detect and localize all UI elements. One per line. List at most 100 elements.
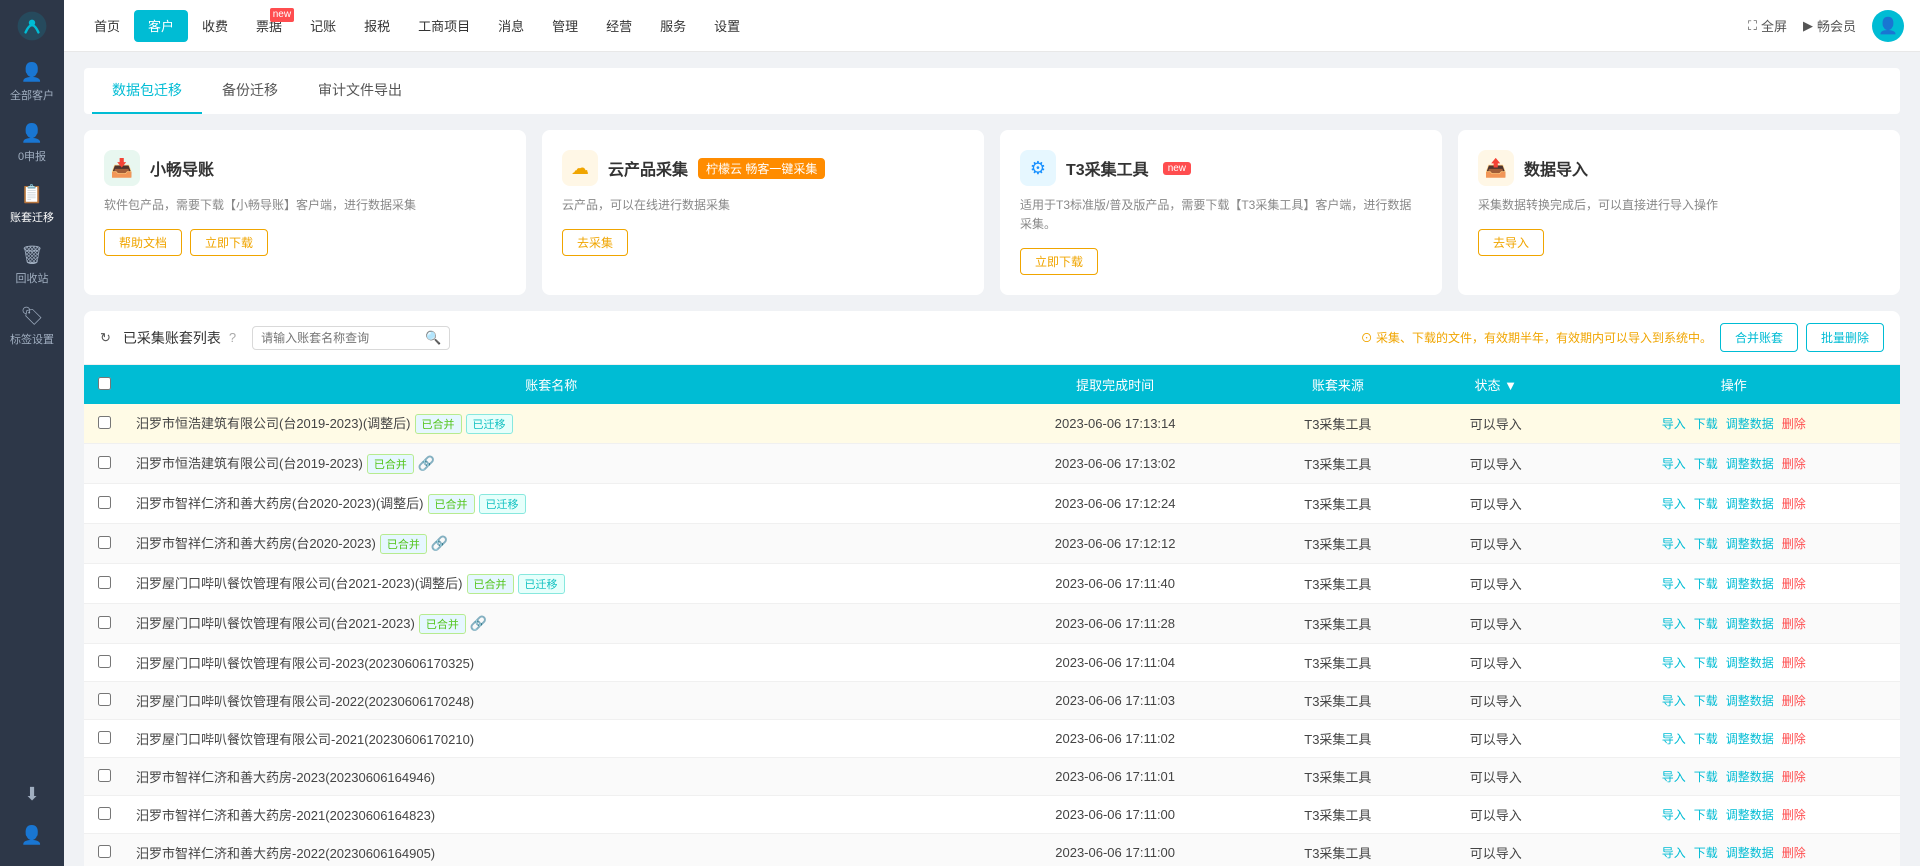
import-action-btn[interactable]: 导入 [1662, 656, 1686, 670]
delete-action-btn[interactable]: 删除 [1782, 770, 1806, 784]
row-checkbox[interactable] [98, 616, 111, 629]
row-link-icon[interactable]: 🔗 [431, 535, 448, 551]
row-checkbox[interactable] [98, 693, 111, 706]
help-icon[interactable]: ? [229, 330, 236, 345]
tab-backup-migration[interactable]: 备份迁移 [202, 68, 298, 114]
row-checkbox[interactable] [98, 769, 111, 782]
nav-client[interactable]: 客户 [134, 10, 188, 42]
download-action-btn[interactable]: 下载 [1694, 417, 1718, 431]
import-action-btn[interactable]: 导入 [1662, 577, 1686, 591]
download-now-btn[interactable]: 立即下载 [190, 229, 268, 256]
delete-action-btn[interactable]: 删除 [1782, 577, 1806, 591]
tab-audit-export[interactable]: 审计文件导出 [298, 68, 422, 114]
adjust-action-btn[interactable]: 调整数据 [1726, 770, 1774, 784]
go-import-btn[interactable]: 去导入 [1478, 229, 1544, 256]
row-link-icon[interactable]: 🔗 [470, 615, 487, 631]
adjust-action-btn[interactable]: 调整数据 [1726, 537, 1774, 551]
row-checkbox[interactable] [98, 536, 111, 549]
delete-action-btn[interactable]: 删除 [1782, 497, 1806, 511]
download-action-btn[interactable]: 下载 [1694, 732, 1718, 746]
adjust-action-btn[interactable]: 调整数据 [1726, 577, 1774, 591]
adjust-action-btn[interactable]: 调整数据 [1726, 497, 1774, 511]
adjust-action-btn[interactable]: 调整数据 [1726, 457, 1774, 471]
sidebar-item-profile[interactable]: 👤 [0, 815, 64, 856]
adjust-action-btn[interactable]: 调整数据 [1726, 732, 1774, 746]
adjust-action-btn[interactable]: 调整数据 [1726, 617, 1774, 631]
adjust-action-btn[interactable]: 调整数据 [1726, 808, 1774, 822]
sidebar-item-download[interactable]: ⬇ [0, 774, 64, 815]
nav-business[interactable]: 工商项目 [404, 0, 484, 52]
nav-tax[interactable]: 报税 [350, 0, 404, 52]
download-t3-btn[interactable]: 立即下载 [1020, 248, 1098, 275]
import-action-btn[interactable]: 导入 [1662, 537, 1686, 551]
sidebar-item-zero-report[interactable]: 👤 0申报 [0, 113, 64, 174]
avatar[interactable]: 👤 [1872, 10, 1904, 42]
download-action-btn[interactable]: 下载 [1694, 497, 1718, 511]
delete-action-btn[interactable]: 删除 [1782, 808, 1806, 822]
import-action-btn[interactable]: 导入 [1662, 497, 1686, 511]
fullscreen-btn[interactable]: ⛶ 全屏 [1748, 16, 1787, 35]
refresh-icon[interactable]: ↻ [100, 330, 111, 346]
nav-manage[interactable]: 管理 [538, 0, 592, 52]
row-checkbox[interactable] [98, 416, 111, 429]
nav-operation[interactable]: 经营 [592, 0, 646, 52]
nav-settings[interactable]: 设置 [700, 0, 754, 52]
import-action-btn[interactable]: 导入 [1662, 732, 1686, 746]
row-checkbox[interactable] [98, 655, 111, 668]
nav-home[interactable]: 首页 [80, 0, 134, 52]
download-action-btn[interactable]: 下载 [1694, 694, 1718, 708]
delete-action-btn[interactable]: 删除 [1782, 617, 1806, 631]
app-logo[interactable] [0, 0, 64, 52]
search-input[interactable] [261, 331, 421, 345]
import-action-btn[interactable]: 导入 [1662, 846, 1686, 860]
help-doc-btn[interactable]: 帮助文档 [104, 229, 182, 256]
delete-action-btn[interactable]: 删除 [1782, 846, 1806, 860]
download-action-btn[interactable]: 下载 [1694, 577, 1718, 591]
import-action-btn[interactable]: 导入 [1662, 694, 1686, 708]
nav-message[interactable]: 消息 [484, 0, 538, 52]
row-checkbox[interactable] [98, 576, 111, 589]
nav-billing[interactable]: 收费 [188, 0, 242, 52]
download-action-btn[interactable]: 下载 [1694, 537, 1718, 551]
nav-service[interactable]: 服务 [646, 0, 700, 52]
sidebar-item-account-migration[interactable]: 📋 账套迁移 [0, 174, 64, 235]
import-action-btn[interactable]: 导入 [1662, 808, 1686, 822]
vip-btn[interactable]: ▶ 畅会员 [1803, 16, 1856, 35]
import-action-btn[interactable]: 导入 [1662, 770, 1686, 784]
delete-action-btn[interactable]: 删除 [1782, 732, 1806, 746]
import-action-btn[interactable]: 导入 [1662, 617, 1686, 631]
download-action-btn[interactable]: 下载 [1694, 808, 1718, 822]
delete-action-btn[interactable]: 删除 [1782, 694, 1806, 708]
import-action-btn[interactable]: 导入 [1662, 417, 1686, 431]
download-action-btn[interactable]: 下载 [1694, 846, 1718, 860]
row-checkbox[interactable] [98, 845, 111, 858]
row-link-icon[interactable]: 🔗 [418, 455, 435, 471]
download-action-btn[interactable]: 下载 [1694, 617, 1718, 631]
select-all-checkbox[interactable] [98, 377, 111, 390]
batch-delete-btn[interactable]: 批量删除 [1806, 323, 1884, 352]
adjust-action-btn[interactable]: 调整数据 [1726, 417, 1774, 431]
row-checkbox[interactable] [98, 731, 111, 744]
search-box[interactable]: 🔍 [252, 326, 450, 350]
download-action-btn[interactable]: 下载 [1694, 770, 1718, 784]
delete-action-btn[interactable]: 删除 [1782, 537, 1806, 551]
nav-bookkeeping[interactable]: 记账 [296, 0, 350, 52]
adjust-action-btn[interactable]: 调整数据 [1726, 846, 1774, 860]
adjust-action-btn[interactable]: 调整数据 [1726, 694, 1774, 708]
search-submit-icon[interactable]: 🔍 [425, 330, 441, 346]
sidebar-item-recycle[interactable]: 🗑 回收站 [0, 235, 64, 296]
merge-btn[interactable]: 合并账套 [1720, 323, 1798, 352]
row-checkbox[interactable] [98, 807, 111, 820]
import-action-btn[interactable]: 导入 [1662, 457, 1686, 471]
delete-action-btn[interactable]: 删除 [1782, 417, 1806, 431]
download-action-btn[interactable]: 下载 [1694, 457, 1718, 471]
sidebar-item-all-clients[interactable]: 👤 全部客户 [0, 52, 64, 113]
go-collect-btn[interactable]: 去采集 [562, 229, 628, 256]
delete-action-btn[interactable]: 删除 [1782, 457, 1806, 471]
download-action-btn[interactable]: 下载 [1694, 656, 1718, 670]
row-checkbox[interactable] [98, 456, 111, 469]
sidebar-item-tag-settings[interactable]: 🏷 标签设置 [0, 296, 64, 357]
delete-action-btn[interactable]: 删除 [1782, 656, 1806, 670]
adjust-action-btn[interactable]: 调整数据 [1726, 656, 1774, 670]
tab-data-migration[interactable]: 数据包迁移 [92, 68, 202, 114]
